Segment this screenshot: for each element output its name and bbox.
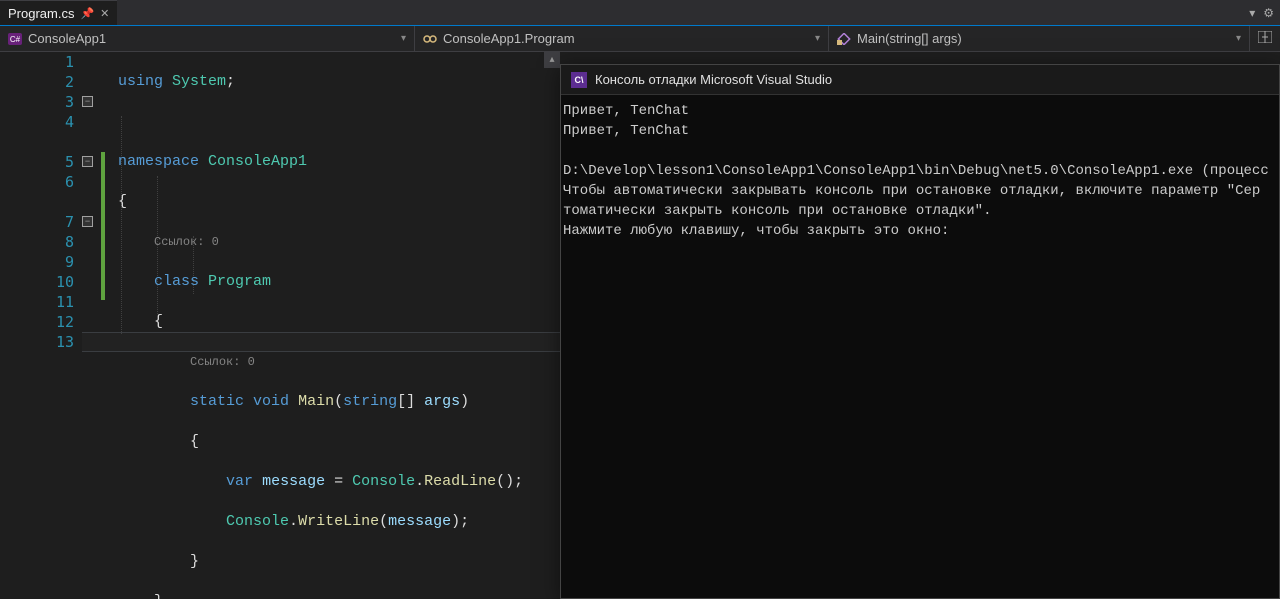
line-number: 11	[0, 292, 74, 312]
csharp-project-icon: C#	[8, 32, 22, 46]
svg-text:C#: C#	[10, 35, 21, 44]
line-number: 1	[0, 52, 74, 72]
file-tab[interactable]: Program.cs 📌 ✕	[0, 0, 117, 25]
line-number: 6	[0, 172, 74, 192]
split-view-button[interactable]	[1250, 26, 1280, 51]
console-titlebar[interactable]: C\ Консоль отладки Microsoft Visual Stud…	[561, 65, 1279, 95]
console-title-text: Консоль отладки Microsoft Visual Studio	[595, 72, 832, 87]
code-lens[interactable]: Ссылок: 0	[190, 355, 255, 369]
class-icon	[423, 32, 437, 46]
fold-toggle[interactable]: −	[82, 216, 93, 227]
scroll-up-button[interactable]: ▴	[544, 52, 560, 68]
line-gutter: 1 2 3 4 5 6 7 8 9 10 11 12 13	[0, 52, 82, 599]
chevron-down-icon[interactable]: ▾	[1249, 6, 1255, 20]
line-number: 9	[0, 252, 74, 272]
line-number: 7	[0, 212, 74, 232]
change-indicator	[101, 152, 105, 300]
chevron-down-icon: ▾	[401, 33, 406, 44]
vs-logo-icon: C\	[571, 72, 587, 88]
fold-toggle[interactable]: −	[82, 96, 93, 107]
line-number: 12	[0, 312, 74, 332]
nav-method[interactable]: Main(string[] args) ▾	[829, 26, 1250, 51]
close-icon[interactable]: ✕	[100, 7, 109, 20]
line-number: 4	[0, 112, 74, 132]
chevron-down-icon: ▾	[1236, 33, 1241, 44]
pin-icon[interactable]: 📌	[80, 7, 94, 20]
line-number: 2	[0, 72, 74, 92]
code-lens[interactable]: Ссылок: 0	[154, 235, 219, 249]
code-editor[interactable]: ▴ 1 2 3 4 5 6 7 8 9 10 11 12 13 − − −	[0, 52, 560, 599]
line-number: 3	[0, 92, 74, 112]
tab-bar: Program.cs 📌 ✕ ▾ ⚙	[0, 0, 1280, 26]
chevron-down-icon: ▾	[815, 33, 820, 44]
nav-class-label: ConsoleApp1.Program	[443, 31, 575, 46]
tab-label: Program.cs	[8, 6, 74, 21]
line-number: 13	[0, 332, 74, 352]
fold-toggle[interactable]: −	[82, 156, 93, 167]
split-icon	[1258, 31, 1272, 46]
line-number: 10	[0, 272, 74, 292]
code-content: using System; namespace ConsoleApp1 { Сс…	[118, 52, 523, 599]
nav-project[interactable]: C# ConsoleApp1 ▾	[0, 26, 415, 51]
nav-bar: C# ConsoleApp1 ▾ ConsoleApp1.Program ▾ M…	[0, 26, 1280, 52]
nav-method-label: Main(string[] args)	[857, 31, 962, 46]
line-number: 5	[0, 152, 74, 172]
nav-project-label: ConsoleApp1	[28, 31, 106, 46]
line-number: 8	[0, 232, 74, 252]
gear-icon[interactable]: ⚙	[1263, 6, 1274, 20]
debug-console-window[interactable]: C\ Консоль отладки Microsoft Visual Stud…	[560, 64, 1280, 599]
console-output: Привет, TenChat Привет, TenChat D:\Devel…	[561, 95, 1279, 247]
method-icon	[837, 32, 851, 46]
nav-class[interactable]: ConsoleApp1.Program ▾	[415, 26, 829, 51]
